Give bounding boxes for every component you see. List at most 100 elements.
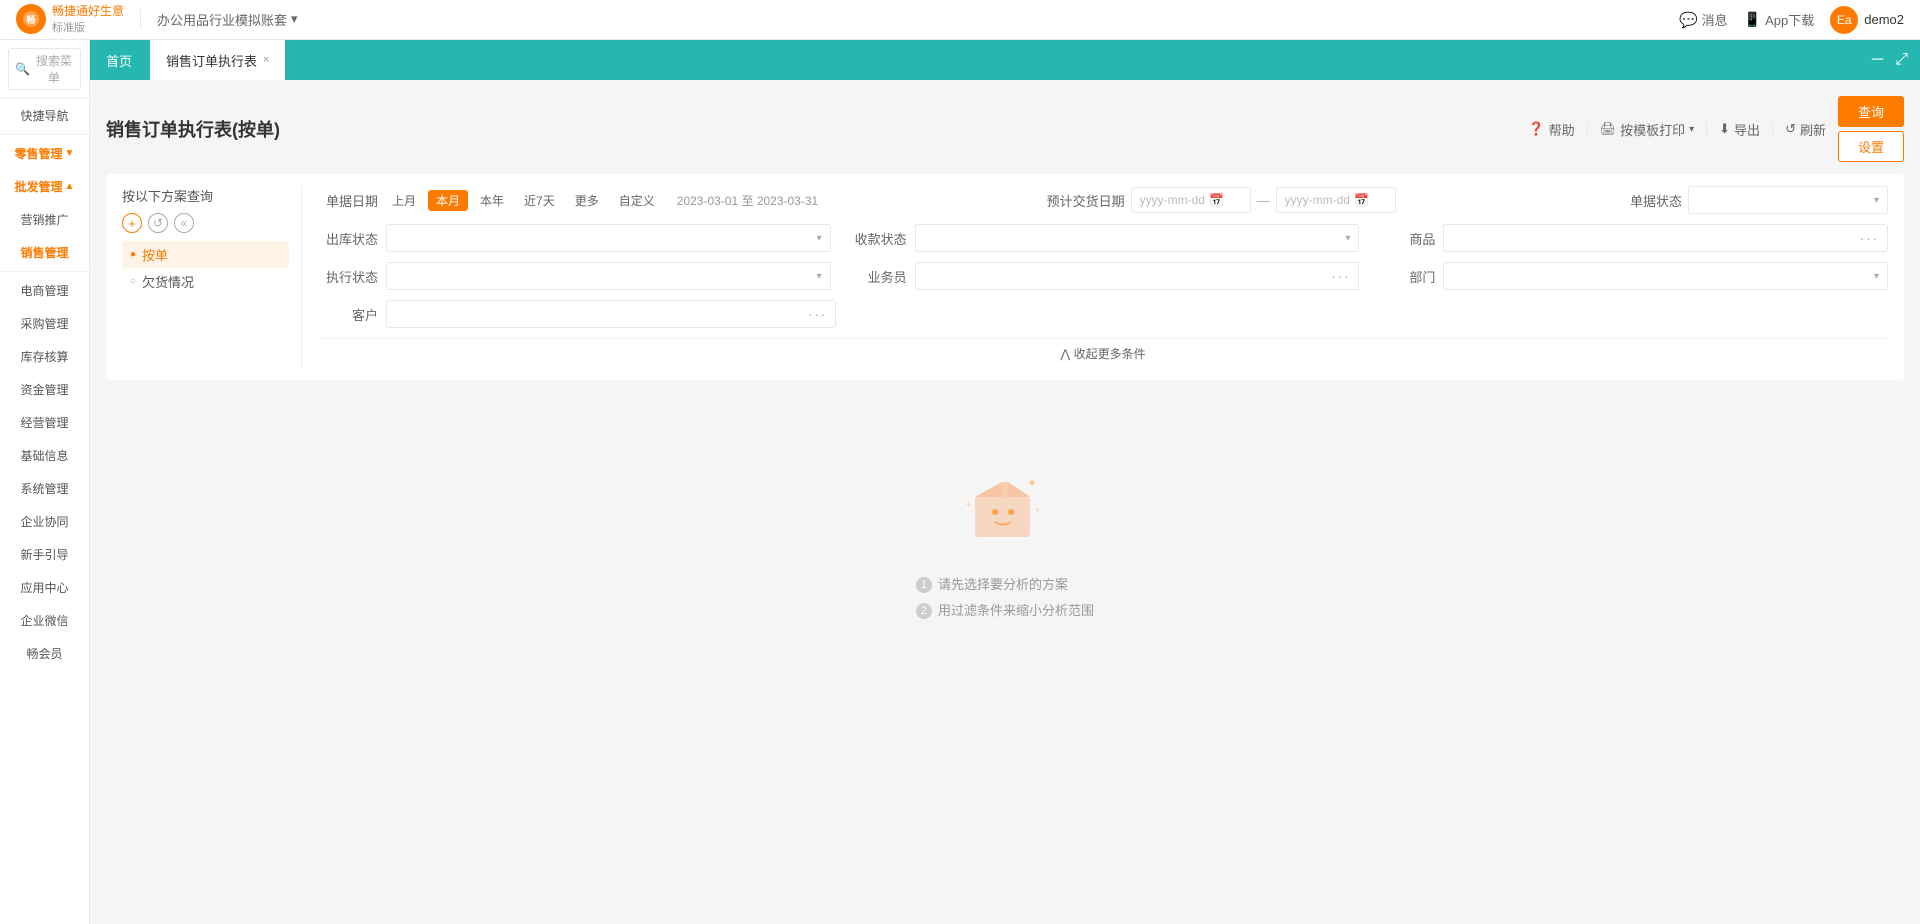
print-arrow: ▾ (1689, 124, 1694, 135)
date-tab-custom[interactable]: 自定义 (611, 190, 663, 211)
app-container: 畅 畅捷通好生意 标准版 办公用品行业模拟账套 ▾ 💬 消息 📱 (0, 0, 1920, 924)
sidebar-item-system[interactable]: 系统管理 (0, 472, 89, 505)
collapse-left-icon[interactable]: « (174, 213, 194, 233)
member-label: 畅会员 (26, 647, 62, 661)
refresh-button[interactable]: ↺ 刷新 (1785, 120, 1826, 139)
dept-select[interactable]: ▾ (1443, 262, 1888, 290)
tab-expand-icon[interactable]: ⤢ (1891, 47, 1912, 73)
goods-label: 商品 (1375, 229, 1435, 248)
settings-button[interactable]: 设置 (1838, 131, 1904, 162)
sidebar-item-inventory[interactable]: 库存核算 (0, 340, 89, 373)
reset-scheme-icon[interactable]: ↺ (148, 213, 168, 233)
logo-brand: 畅捷通好生意 (52, 4, 124, 18)
filter-row-3: 执行状态 ▾ 业务员 (318, 262, 1888, 290)
expected-date-to[interactable]: yyyy-mm-dd 📅 (1276, 187, 1396, 213)
date-tab-this-year[interactable]: 本年 (472, 190, 512, 211)
filter-customer: 客户 ··· (318, 300, 836, 328)
scheme-item-qiankuan[interactable]: ○ 欠货情况 (122, 268, 289, 295)
expected-to-placeholder: yyyy-mm-dd (1285, 193, 1350, 207)
filter-section: 按以下方案查询 + ↺ « ● 按单 (122, 186, 1888, 368)
goods-input[interactable]: ··· (1443, 224, 1888, 252)
tab-minimize-icon[interactable]: ─ (1868, 47, 1887, 73)
date-tab-more[interactable]: 更多 (567, 190, 607, 211)
sidebar-item-app-center[interactable]: 应用中心 (0, 571, 89, 604)
date-label: 单据日期 (318, 191, 378, 210)
tab-close-icon[interactable]: × (263, 54, 269, 66)
message-button[interactable]: 💬 消息 (1679, 10, 1728, 29)
sidebar-item-newbie[interactable]: 新手引导 (0, 538, 89, 571)
retail-label: 零售管理 (15, 145, 63, 162)
sidebar-item-sales[interactable]: 销售管理 (0, 236, 89, 269)
separator (140, 9, 141, 29)
status-select[interactable]: ▾ (1688, 186, 1888, 214)
collapse-button[interactable]: ⋀ 收起更多条件 (1060, 347, 1145, 361)
calendar-icon-2: 📅 (1354, 193, 1369, 207)
page-content: 销售订单执行表(按单) ❓ 帮助 🖨 按模板打印 ▾ (90, 80, 1920, 924)
tab-sales-label: 销售订单执行表 (166, 51, 257, 70)
tab-home[interactable]: 首页 (90, 40, 148, 80)
salesman-input[interactable]: ··· (915, 262, 1360, 290)
sidebar-item-operations[interactable]: 经营管理 (0, 406, 89, 439)
date-separator: — (1257, 193, 1270, 208)
sidebar-item-retail[interactable]: 零售管理 ▼ (0, 137, 89, 170)
sidebar-item-ecommerce[interactable]: 电商管理 (0, 274, 89, 307)
enterprise-collab-label: 企业协同 (20, 515, 68, 529)
divider2 (1706, 122, 1707, 136)
user-area[interactable]: Ea demo2 (1830, 6, 1904, 34)
sidebar-item-wechat[interactable]: 企业微信 (0, 604, 89, 637)
tip-1: 1 请先选择要分析的方案 (916, 572, 1094, 598)
query-button[interactable]: 查询 (1838, 96, 1904, 127)
scheme-label-2: 欠货情况 (142, 272, 194, 291)
scheme-icon-2: ○ (130, 276, 136, 287)
export-button[interactable]: ⬇ 导出 (1719, 120, 1760, 139)
receipt-status-select[interactable]: ▾ (915, 224, 1360, 252)
sidebar-item-quick-nav[interactable]: 快捷导航 (0, 99, 89, 132)
filter-dept: 部门 ▾ (1375, 262, 1888, 290)
app-download-button[interactable]: 📱 App下载 (1744, 10, 1815, 29)
calendar-icon-1: 📅 (1209, 193, 1224, 207)
page-selector-label: 办公用品行业模拟账套 (157, 10, 287, 29)
7days-label: 近7天 (524, 194, 555, 208)
inventory-label: 库存核算 (20, 350, 68, 364)
date-tab-this-month[interactable]: 本月 (428, 190, 468, 211)
sidebar-item-purchase[interactable]: 采购管理 (0, 307, 89, 340)
sidebar-item-member[interactable]: 畅会员 (0, 637, 89, 670)
tip-2: 2 用过滤条件来缩小分析范围 (916, 598, 1094, 624)
date-tab-7days[interactable]: 近7天 (516, 190, 563, 211)
wholesale-label: 批发管理 (15, 178, 63, 195)
page-title: 销售订单执行表(按单) (106, 116, 280, 142)
receipt-arrow: ▾ (1345, 233, 1350, 244)
sidebar-item-enterprise-collab[interactable]: 企业协同 (0, 505, 89, 538)
date-tab-last-month[interactable]: 上月 (384, 190, 424, 211)
filter-row-4: 客户 ··· (318, 300, 1888, 328)
page-header: 销售订单执行表(按单) ❓ 帮助 🖨 按模板打印 ▾ (106, 96, 1904, 162)
tab-sales-order[interactable]: 销售订单执行表 × (150, 40, 285, 80)
empty-tips: 1 请先选择要分析的方案 2 用过滤条件来缩小分析范围 (916, 572, 1094, 624)
sidebar-item-marketing[interactable]: 营销推广 (0, 203, 89, 236)
divider1 (1587, 122, 1588, 136)
status-label: 单据状态 (1622, 191, 1682, 210)
help-button[interactable]: ❓ 帮助 (1528, 120, 1574, 139)
goods-dots: ··· (1860, 231, 1879, 246)
exec-status-select[interactable]: ▾ (386, 262, 831, 290)
filter-right: 单据日期 上月 本月 本年 近7天 更多 自定义 (318, 186, 1888, 368)
dept-label: 部门 (1375, 267, 1435, 286)
stock-status-select[interactable]: ▾ (386, 224, 831, 252)
message-label: 消息 (1702, 10, 1728, 29)
sidebar-search[interactable]: 🔍 搜索菜单 (0, 40, 89, 99)
divider3 (1772, 122, 1773, 136)
wholesale-arrow: ▲ (65, 181, 75, 192)
print-button[interactable]: 🖨 按模板打印 ▾ (1600, 120, 1695, 139)
page-selector[interactable]: 办公用品行业模拟账套 ▾ (157, 10, 298, 29)
tab-bar-right: ─ ⤢ (1868, 40, 1920, 80)
customer-input[interactable]: ··· (386, 300, 836, 328)
sidebar-item-basic-info[interactable]: 基础信息 (0, 439, 89, 472)
add-scheme-icon[interactable]: + (122, 213, 142, 233)
sidebar-item-wholesale[interactable]: 批发管理 ▲ (0, 170, 89, 203)
expected-date-from[interactable]: yyyy-mm-dd 📅 (1131, 187, 1251, 213)
this-year-label: 本年 (480, 194, 504, 208)
sidebar-item-finance[interactable]: 资金管理 (0, 373, 89, 406)
search-label: 搜索菜单 (34, 52, 74, 86)
svg-text:✦: ✦ (965, 500, 972, 509)
scheme-item-andan[interactable]: ● 按单 (122, 241, 289, 268)
